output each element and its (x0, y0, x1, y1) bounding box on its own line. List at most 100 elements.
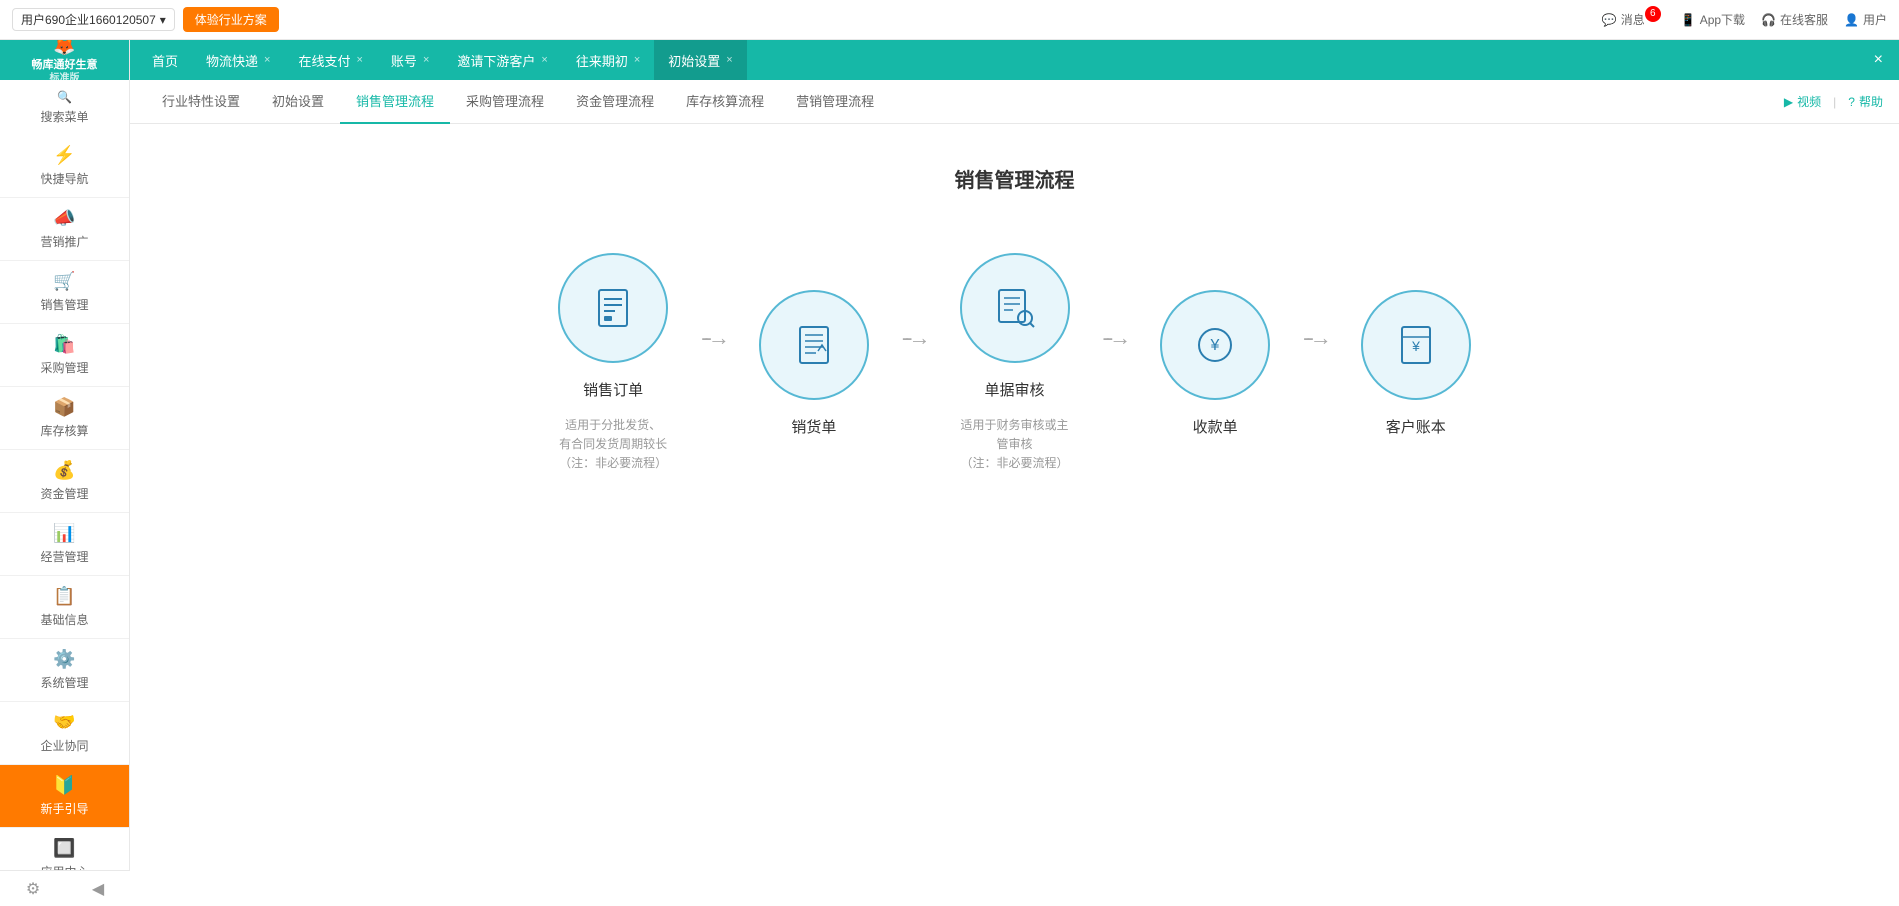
sidebar-item-basic-info[interactable]: 📋 基础信息 (0, 576, 129, 639)
flow-circle-sales-order[interactable] (558, 253, 668, 363)
sidebar-icon-purchase-mgmt: 🛍️ (53, 334, 75, 355)
sidebar-label-quick-nav: 快捷导航 (40, 170, 88, 187)
nav-item-3[interactable]: 账号 × (377, 40, 443, 80)
sidebar-icon-system-mgmt: ⚙️ (53, 649, 75, 670)
sidebar-label-marketing-promo: 营销推广 (40, 233, 88, 250)
logo-line1: 畅库通好生意 (32, 58, 98, 72)
message-badge: 6 (1645, 6, 1661, 22)
nav-close-3[interactable]: × (423, 54, 429, 66)
sidebar-item-sales-mgmt[interactable]: 🛒 销售管理 (0, 261, 129, 324)
nav-item-1[interactable]: 物流快递 × (192, 40, 284, 80)
play-icon: ▶ (1784, 95, 1793, 109)
flow-arrow-1: --→ (902, 325, 927, 351)
sidebar-item-inventory[interactable]: 📦 库存核算 (0, 387, 129, 450)
flow-arrow-0: --→ (701, 325, 726, 351)
page-title: 销售管理流程 (150, 164, 1879, 193)
flow-node-label-doc-review: 单据审核 (984, 379, 1044, 400)
nav-label-1: 物流快递 (206, 51, 258, 70)
search-menu-item[interactable]: 🔍 搜索菜单 (0, 80, 129, 135)
sidebar-item-system-mgmt[interactable]: ⚙️ 系统管理 (0, 639, 129, 702)
tab-item-1[interactable]: 初始设置 (256, 80, 340, 124)
nav-label-6: 初始设置 (668, 51, 720, 70)
tab-bar-right: ▶ 视频 | ? 帮助 (1784, 93, 1883, 110)
nav-label-0: 首页 (152, 51, 178, 70)
sidebar-label-basic-info: 基础信息 (40, 611, 88, 628)
sidebar-icon-operations-mgmt: 📊 (53, 523, 75, 544)
question-icon: ? (1848, 95, 1855, 109)
chevron-down-icon: ▾ (160, 13, 166, 27)
nav-close-1[interactable]: × (264, 54, 270, 66)
headset-icon: 🎧 (1761, 13, 1776, 27)
logo-line2: 标准版 (50, 72, 80, 85)
flow-node-receipt[interactable]: ¥ 收款单 (1135, 290, 1295, 437)
logo-icon: 🦊 (53, 40, 75, 58)
nav-close-4[interactable]: × (541, 54, 547, 66)
tab-item-5[interactable]: 库存核算流程 (670, 80, 780, 124)
messages-button[interactable]: 💬 消息 6 (1602, 11, 1665, 28)
nav-close-2[interactable]: × (356, 54, 362, 66)
flow-circle-doc-review[interactable] (960, 253, 1070, 363)
search-icon: 🔍 (57, 90, 72, 104)
tab-item-6[interactable]: 营销管理流程 (780, 80, 890, 124)
flow-diagram: 销售订单 适用于分批发货、有合同发货周期较长（注：非必要流程） --→ 销货单 … (150, 253, 1879, 474)
search-label: 搜索菜单 (40, 108, 88, 125)
sidebar-label-system-mgmt: 系统管理 (40, 674, 88, 691)
nav-label-2: 在线支付 (298, 51, 350, 70)
online-service-label: 在线客服 (1780, 11, 1828, 28)
video-link[interactable]: ▶ 视频 (1784, 93, 1821, 110)
sidebar-item-finance-mgmt[interactable]: 💰 资金管理 (0, 450, 129, 513)
help-label: 帮助 (1859, 93, 1883, 110)
flow-circle-receipt[interactable]: ¥ (1160, 290, 1270, 400)
sidebar-item-marketing-promo[interactable]: 📣 营销推广 (0, 198, 129, 261)
tab-item-0[interactable]: 行业特性设置 (146, 80, 256, 124)
nav-item-6[interactable]: 初始设置 × (654, 40, 746, 80)
sidebar-item-enterprise-collab[interactable]: 🤝 企业协同 (0, 702, 129, 765)
top-bar-right: 💬 消息 6 📱 App下载 🎧 在线客服 👤 用户 (1602, 11, 1887, 28)
flow-node-desc-doc-review: 适用于财务审核或主管审核（注：非必要流程） (960, 416, 1068, 474)
nav-close-5[interactable]: × (634, 54, 640, 66)
nav-item-0[interactable]: 首页 (138, 40, 192, 80)
user-selector-text: 用户690企业1660120507 (21, 11, 156, 28)
flow-node-sales-invoice[interactable]: 销货单 (734, 290, 894, 437)
tab-item-4[interactable]: 资金管理流程 (560, 80, 670, 124)
sidebar-icon-sales-mgmt: 🛒 (53, 271, 75, 292)
user-selector[interactable]: 用户690企业1660120507 ▾ (12, 8, 175, 31)
settings-bottom-icon[interactable]: ⚙ (26, 879, 40, 899)
sidebar-item-purchase-mgmt[interactable]: 🛍️ 采购管理 (0, 324, 129, 387)
trial-button[interactable]: 体验行业方案 (183, 7, 279, 32)
flow-node-customer-ledger[interactable]: ¥ 客户账本 (1336, 290, 1496, 437)
help-link[interactable]: ? 帮助 (1848, 93, 1883, 110)
sidebar-icon-enterprise-collab: 🤝 (53, 712, 75, 733)
top-bar-left: 用户690企业1660120507 ▾ 体验行业方案 (12, 7, 279, 32)
sidebar-icon-quick-nav: ⚡ (53, 145, 75, 166)
nav-label-5: 往来期初 (576, 51, 628, 70)
nav-item-2[interactable]: 在线支付 × (284, 40, 376, 80)
flow-node-doc-review[interactable]: 单据审核 适用于财务审核或主管审核（注：非必要流程） (935, 253, 1095, 474)
app-download-button[interactable]: 📱 App下载 (1681, 11, 1745, 28)
sidebar-icon-app-center: 🔲 (53, 838, 75, 859)
tab-item-2[interactable]: 销售管理流程 (340, 80, 450, 124)
sidebar-icon-finance-mgmt: 💰 (53, 460, 75, 481)
nav-item-4[interactable]: 邀请下游客户 × (443, 40, 561, 80)
flow-node-sales-order[interactable]: 销售订单 适用于分批发货、有合同发货周期较长（注：非必要流程） (533, 253, 693, 474)
tab-item-3[interactable]: 采购管理流程 (450, 80, 560, 124)
nav-close-all-button[interactable]: × (1866, 51, 1891, 69)
content-area: 销售管理流程 销售订单 适用于分批发货、有合同发货周期较长（注：非必要流程） -… (130, 124, 1899, 494)
sidebar-item-quick-nav[interactable]: ⚡ 快捷导航 (0, 135, 129, 198)
svg-text:¥: ¥ (1411, 338, 1420, 354)
sidebar-item-new-guide[interactable]: 🔰 新手引导 (0, 765, 129, 828)
user-avatar-area[interactable]: 👤 用户 (1844, 11, 1887, 28)
nav-item-5[interactable]: 往来期初 × (562, 40, 654, 80)
flow-circle-sales-invoice[interactable] (759, 290, 869, 400)
sidebar-icon-marketing-promo: 📣 (53, 208, 75, 229)
sidebar-item-operations-mgmt[interactable]: 📊 经营管理 (0, 513, 129, 576)
main-content: 行业特性设置初始设置销售管理流程采购管理流程资金管理流程库存核算流程营销管理流程… (130, 80, 1899, 906)
sidebar-label-operations-mgmt: 经营管理 (40, 548, 88, 565)
sidebar-items: ⚡ 快捷导航 📣 营销推广 🛒 销售管理 🛍️ 采购管理 📦 库存核算 💰 资金… (0, 135, 129, 906)
nav-close-6[interactable]: × (726, 54, 732, 66)
flow-circle-customer-ledger[interactable]: ¥ (1361, 290, 1471, 400)
online-service-button[interactable]: 🎧 在线客服 (1761, 11, 1828, 28)
svg-text:¥: ¥ (1210, 337, 1220, 354)
flow-arrow-3: --→ (1303, 325, 1328, 351)
collapse-sidebar-button[interactable]: ◀ (92, 879, 104, 899)
